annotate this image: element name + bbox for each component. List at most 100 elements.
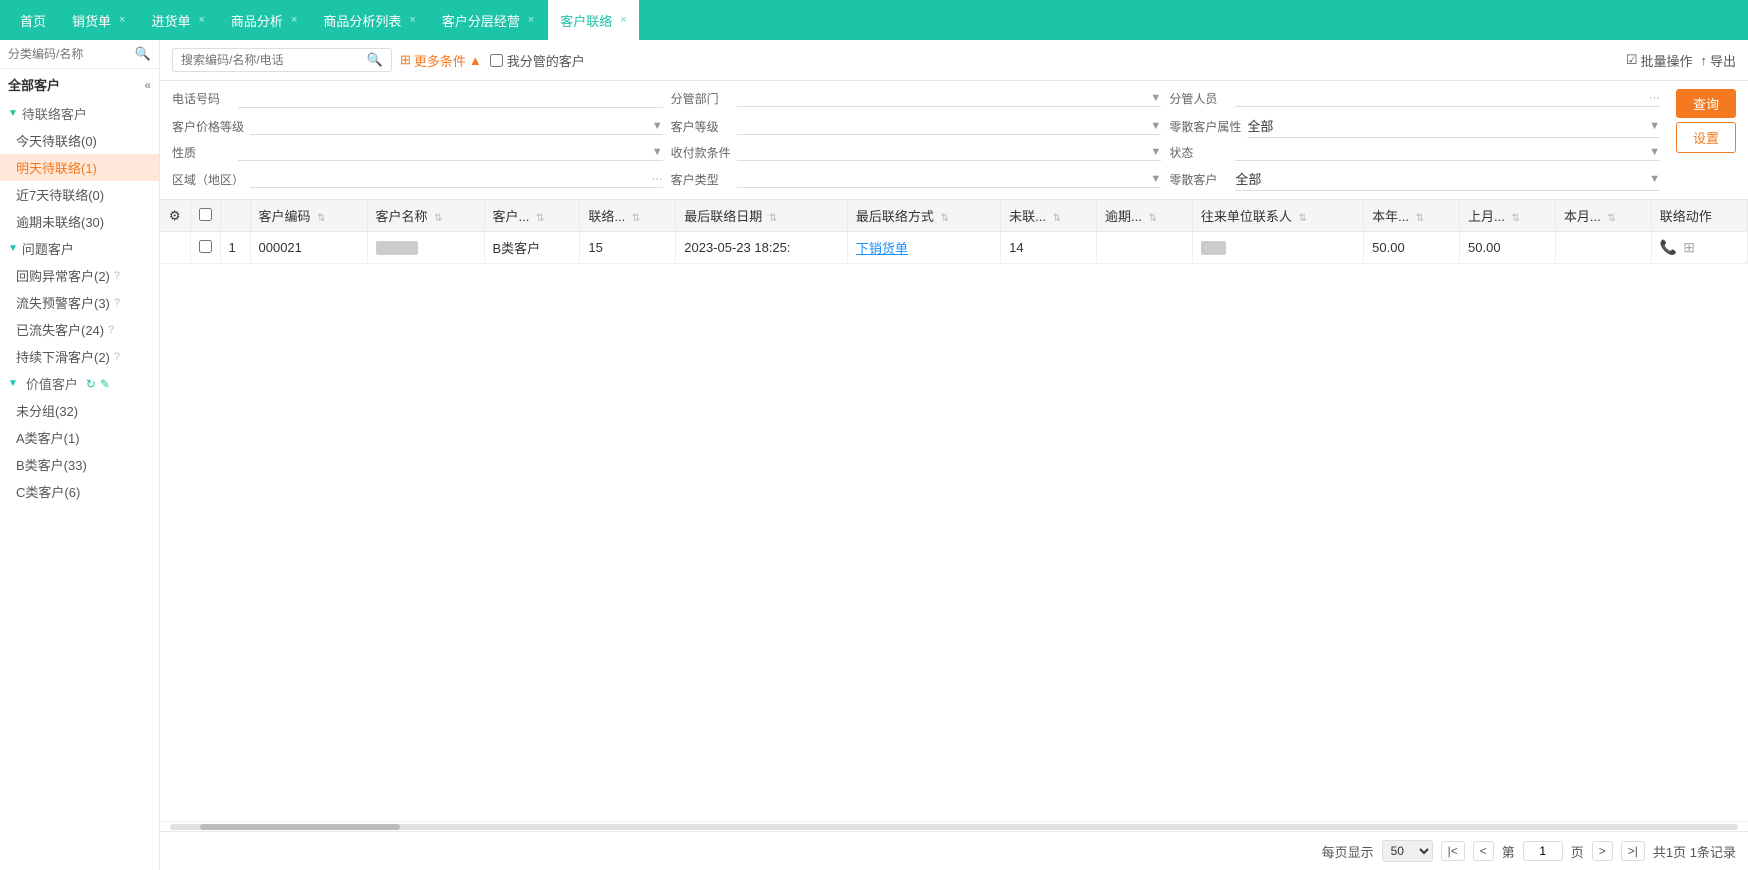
filter-region-select[interactable]: ··· [250,171,663,188]
nav-product-analysis-list[interactable]: 商品分析列表 × [311,0,427,40]
sidebar-item-churn-warning[interactable]: 流失预警客户(3) ? [0,289,159,316]
refresh-icon[interactable]: ↻ [86,377,96,391]
sort-icon: ⇅ [1148,213,1156,224]
help-icon[interactable]: ? [108,324,114,336]
nav-product-analysis[interactable]: 商品分析 × [219,0,309,40]
set-button[interactable]: 设置 [1676,122,1736,153]
current-page-input[interactable] [1523,841,1563,861]
sidebar-item-ungrouped[interactable]: 未分组(32) [0,397,159,424]
triangle-icon: ▼ [8,243,18,254]
sort-icon: ⇅ [434,213,442,224]
close-icon[interactable]: × [620,14,626,26]
filter-retail-attr-select[interactable]: 全部 ▼ [1247,114,1660,138]
more-icon[interactable]: ··· [652,173,663,185]
filter-row-2: 客户价格等级 ▼ 客户等级 ▼ [172,114,1660,138]
page-label-2: 页 [1571,842,1584,861]
sort-icon: ⇅ [1053,213,1061,224]
export-icon: ↑ [1700,53,1707,68]
close-icon[interactable]: × [528,14,534,26]
filter-dept-select[interactable]: ▼ [737,90,1162,107]
phone-icon[interactable]: 📞 [1660,239,1677,256]
filter-payment-select[interactable]: ▼ [737,144,1162,161]
th-code[interactable]: 客户编码 ⇅ [250,200,367,232]
td-last-method[interactable]: 下销货单 [847,232,1000,264]
export-btn[interactable]: ↑ 导出 [1700,51,1736,70]
nav-customer-contact[interactable]: 客户联络 × [548,0,638,40]
my-customers-checkbox[interactable]: 我分管的客户 [490,51,585,70]
close-icon[interactable]: × [198,14,204,26]
edit-icon[interactable]: ✎ [100,377,110,391]
th-overdue[interactable]: 逾期... ⇅ [1096,200,1192,232]
filter-price-level-select[interactable]: ▼ [250,118,663,135]
filter-retail-customer-select[interactable]: 全部 ▼ [1235,167,1660,191]
th-uncontacted[interactable]: 未联... ⇅ [1001,200,1097,232]
horizontal-scrollbar[interactable] [160,821,1748,831]
close-icon[interactable]: × [409,14,415,26]
close-icon[interactable]: × [119,14,125,26]
search-submit-icon[interactable]: 🔍 [367,52,383,68]
close-icon[interactable]: × [291,14,297,26]
filter-manager-select[interactable]: ··· [1235,90,1660,107]
sidebar-search-icon[interactable]: 🔍 [135,46,151,62]
th-type[interactable]: 客户... ⇅ [484,200,580,232]
scrollbar-thumb[interactable] [200,824,400,830]
th-last-date[interactable]: 最后联络日期 ⇅ [676,200,848,232]
filter-customer-type-select[interactable]: ▼ [737,171,1162,188]
sidebar-group-pending[interactable]: ▼ 待联络客户 [0,100,159,127]
sidebar-item-tomorrow[interactable]: 明天待联络(1) [0,154,159,181]
sidebar-item-declining[interactable]: 持续下滑客户(2) ? [0,343,159,370]
sidebar-item-class-b[interactable]: B类客户(33) [0,451,159,478]
sidebar-item-class-a[interactable]: A类客户(1) [0,424,159,451]
collapse-icon[interactable]: « [144,78,151,92]
sidebar-item-repurchase-abnormal[interactable]: 回购异常客户(2) ? [0,262,159,289]
nav-purchase-order[interactable]: 进货单 × [139,0,216,40]
all-customers-title[interactable]: 全部客户 « [0,69,159,100]
action-icons: 📞 ⊞ [1660,239,1739,256]
last-method-link[interactable]: 下销货单 [856,241,908,256]
th-last-month[interactable]: 上月... ⇅ [1460,200,1556,232]
next-page-btn[interactable]: > [1592,841,1613,861]
chevron-down-icon: ▼ [1150,146,1161,158]
sidebar-search-input[interactable] [8,47,135,61]
th-checkbox [190,200,220,232]
query-button[interactable]: 查询 [1676,89,1736,118]
select-all-checkbox[interactable] [199,208,212,221]
th-settings[interactable]: ⚙ [160,200,190,232]
sidebar-group-value[interactable]: ▼ 价值客户 ↻ ✎ [0,370,159,397]
blurred-name: ████ [376,241,418,255]
th-contact[interactable]: 联络... ⇅ [580,200,676,232]
prev-page-btn[interactable]: < [1473,841,1494,861]
th-contact-person[interactable]: 往来单位联系人 ⇅ [1192,200,1363,232]
filter-phone-input[interactable] [238,89,663,108]
th-this-year[interactable]: 本年... ⇅ [1364,200,1460,232]
row-checkbox[interactable] [199,240,212,253]
more-icon[interactable]: ··· [1649,92,1660,104]
more-conditions-btn[interactable]: ⊞ 更多条件 ▲ [400,51,482,70]
search-input[interactable] [181,53,363,67]
filter-customer-level-select[interactable]: ▼ [737,118,1162,135]
sidebar-group-problem[interactable]: ▼ 问题客户 [0,235,159,262]
sidebar-item-overdue[interactable]: 逾期未联络(30) [0,208,159,235]
help-icon[interactable]: ? [114,297,120,309]
sidebar-item-7days[interactable]: 近7天待联络(0) [0,181,159,208]
last-page-btn[interactable]: >| [1621,841,1645,861]
nav-sales-order[interactable]: 销货单 × [60,0,137,40]
filter-status-select[interactable]: ▼ [1235,144,1660,161]
my-customers-checkbox-input[interactable] [490,54,503,67]
th-last-method[interactable]: 最后联络方式 ⇅ [847,200,1000,232]
page-size-select[interactable]: 50 100 200 [1382,840,1433,862]
nav-customer-layering[interactable]: 客户分层经营 × [430,0,546,40]
sidebar-item-today[interactable]: 今天待联络(0) [0,127,159,154]
th-name[interactable]: 客户名称 ⇅ [367,200,484,232]
sidebar-item-churned[interactable]: 已流失客户(24) ? [0,316,159,343]
chevron-down-icon: ▼ [1150,92,1161,104]
sidebar-item-class-c[interactable]: C类客户(6) [0,478,159,505]
grid-icon[interactable]: ⊞ [1683,239,1695,256]
help-icon[interactable]: ? [114,270,120,282]
th-this-month[interactable]: 本月... ⇅ [1555,200,1651,232]
first-page-btn[interactable]: |< [1441,841,1465,861]
nav-home[interactable]: 首页 [8,0,58,40]
batch-operation-btn[interactable]: ☑ 批量操作 [1626,51,1693,70]
filter-nature-select[interactable]: ▼ [238,144,663,161]
help-icon[interactable]: ? [114,351,120,363]
